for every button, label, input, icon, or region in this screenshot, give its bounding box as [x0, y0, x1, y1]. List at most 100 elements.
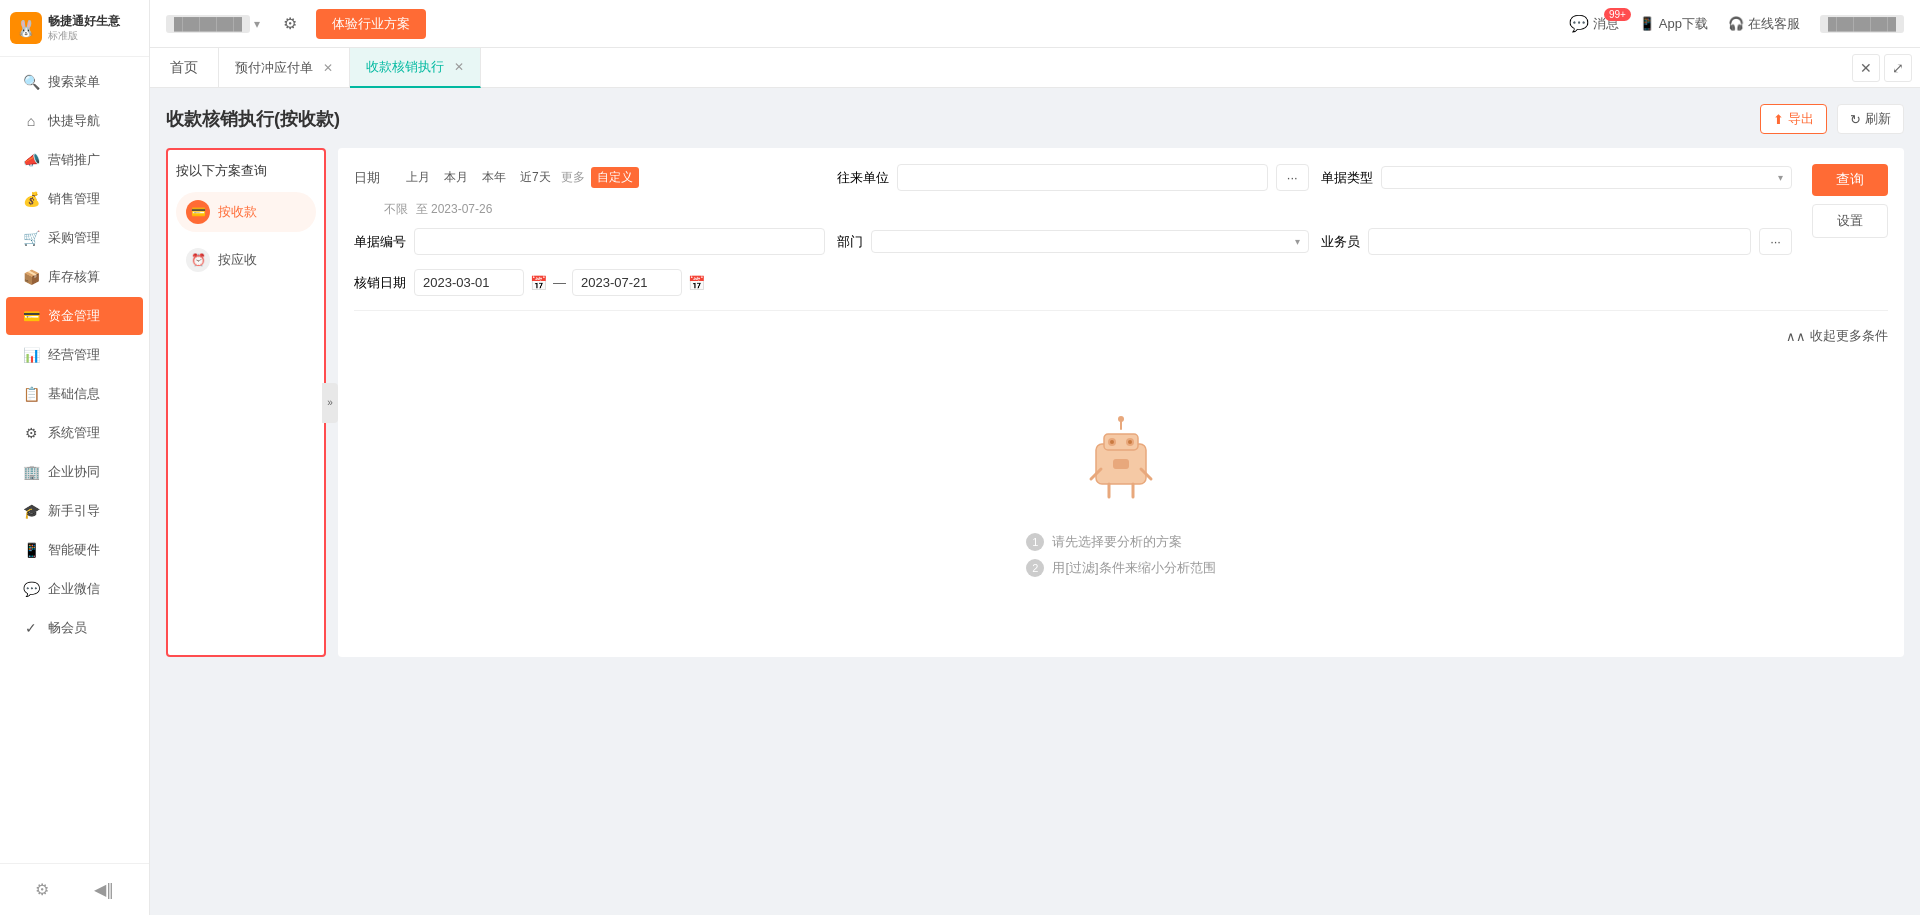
verify-date-dash: — [553, 275, 566, 290]
user-avatar[interactable]: ████████ [1820, 15, 1904, 33]
enterprise-icon: 🏢 [22, 464, 40, 480]
by-receivable-icon: ⏰ [186, 248, 210, 272]
svg-point-5 [1128, 440, 1132, 444]
purchase-label: 采购管理 [48, 229, 100, 247]
date-this-year[interactable]: 本年 [478, 167, 510, 188]
system-icon: ⚙ [22, 425, 40, 441]
doc-type-arrow-icon: ▾ [1778, 172, 1783, 183]
department-select[interactable]: ▾ [871, 230, 1308, 253]
salesperson-input[interactable] [1368, 228, 1751, 255]
sidebar-item-hardware[interactable]: 📱 智能硬件 [6, 531, 143, 569]
settings-icon[interactable]: ⚙ [276, 10, 304, 38]
message-icon[interactable]: 💬 消息 99+ [1569, 14, 1619, 33]
verify-date-end-calendar-icon[interactable]: 📅 [688, 275, 705, 291]
sidebar-item-sales[interactable]: 💰 销售管理 [6, 180, 143, 218]
department-arrow-icon: ▾ [1295, 236, 1300, 247]
app-download-link[interactable]: 📱 App下载 [1639, 15, 1708, 33]
date-custom-btn[interactable]: 自定义 [591, 167, 639, 188]
empty-illustration [1071, 409, 1171, 509]
tab-prepay-label: 预付冲应付单 [235, 59, 313, 77]
sidebar-item-finance[interactable]: 💳 资金管理 [6, 297, 143, 335]
logo-text: 畅捷通好生意 标准版 [48, 14, 120, 43]
sidebar-item-operations[interactable]: 📊 经营管理 [6, 336, 143, 374]
by-receipt-label: 按收款 [218, 203, 257, 221]
message-badge: 99+ [1604, 8, 1631, 21]
online-service-link[interactable]: 🎧 在线客服 [1728, 15, 1800, 33]
counterparty-field: 往来单位 ··· [837, 164, 1308, 191]
salesperson-ellipsis-btn[interactable]: ··· [1759, 228, 1792, 255]
tab-receipt-verify[interactable]: 收款核销执行 ✕ [350, 48, 481, 88]
sidebar-item-wechat[interactable]: 💬 企业微信 [6, 570, 143, 608]
verify-date-start-calendar-icon[interactable]: 📅 [530, 275, 547, 291]
tab-prepay[interactable]: 预付冲应付单 ✕ [219, 48, 350, 88]
date-more-btn[interactable]: 更多 [561, 169, 585, 186]
query-btn[interactable]: 查询 [1812, 164, 1888, 196]
main-area: ████████ ▾ ⚙ 体验行业方案 💬 消息 99+ 📱 App下载 🎧 在… [150, 0, 1920, 915]
industry-btn[interactable]: 体验行业方案 [316, 9, 426, 39]
filter-option-by-receipt[interactable]: 💳 按收款 [176, 192, 316, 232]
page-header: 收款核销执行(按收款) ⬆ 导出 ↻ 刷新 [166, 104, 1904, 134]
empty-tips: 1 请先选择要分析的方案 2 用[过滤]条件来缩小分析范围 [1026, 529, 1215, 581]
sidebar-item-quick-nav[interactable]: ⌂ 快捷导航 [6, 102, 143, 140]
verify-date-start-input[interactable] [414, 269, 524, 296]
collapse-more-btn[interactable]: ∧∧ 收起更多条件 [1786, 323, 1888, 349]
sidebar-item-marketing[interactable]: 📣 营销推广 [6, 141, 143, 179]
svg-point-4 [1110, 440, 1114, 444]
empty-tip-2: 2 用[过滤]条件来缩小分析范围 [1026, 555, 1215, 581]
sales-icon: 💰 [22, 191, 40, 207]
date-field: 日期 上月 本月 本年 近7天 更多 自定义 [354, 167, 825, 188]
sidebar: 🐰 畅捷通好生意 标准版 🔍 搜索菜单 ⌂ 快捷导航 📣 营销推广 💰 销售管理… [0, 0, 150, 915]
tab-receipt-verify-label: 收款核销执行 [366, 58, 444, 76]
sidebar-item-search[interactable]: 🔍 搜索菜单 [6, 63, 143, 101]
doc-no-input[interactable] [414, 228, 825, 255]
by-receipt-icon: 💳 [186, 200, 210, 224]
close-all-tabs-btn[interactable]: ✕ [1852, 54, 1880, 82]
tab-receipt-verify-close[interactable]: ✕ [454, 60, 464, 74]
sidebar-item-system[interactable]: ⚙ 系统管理 [6, 414, 143, 452]
company-selector[interactable]: ████████ ▾ [166, 15, 260, 33]
collapse-sidebar-icon[interactable]: ◀‖ [90, 876, 118, 903]
sidebar-item-member[interactable]: ✓ 畅会员 [6, 609, 143, 647]
by-receivable-label: 按应收 [218, 251, 257, 269]
topbar-right: 💬 消息 99+ 📱 App下载 🎧 在线客服 ████████ [1569, 14, 1904, 33]
query-actions: 查询 设置 [1812, 164, 1888, 238]
search-label: 搜索菜单 [48, 73, 100, 91]
verify-date-end-input[interactable] [572, 269, 682, 296]
finance-icon: 💳 [22, 308, 40, 324]
date-label: 日期 [354, 169, 394, 187]
sidebar-item-inventory[interactable]: 📦 库存核算 [6, 258, 143, 296]
date-7days[interactable]: 近7天 [516, 167, 555, 188]
filter-option-by-receivable[interactable]: ⏰ 按应收 [176, 240, 316, 280]
filter-panel-title: 按以下方案查询 [176, 162, 316, 180]
sidebar-item-purchase[interactable]: 🛒 采购管理 [6, 219, 143, 257]
salesperson-label: 业务员 [1321, 233, 1360, 251]
company-dropdown-icon: ▾ [254, 17, 260, 31]
inventory-label: 库存核算 [48, 268, 100, 286]
tab-prepay-close[interactable]: ✕ [323, 61, 333, 75]
empty-state: 1 请先选择要分析的方案 2 用[过滤]条件来缩小分析范围 [354, 349, 1888, 641]
date-last-month[interactable]: 上月 [402, 167, 434, 188]
sidebar-item-enterprise[interactable]: 🏢 企业协同 [6, 453, 143, 491]
settings-bottom-icon[interactable]: ⚙ [31, 876, 53, 903]
wechat-label: 企业微信 [48, 580, 100, 598]
doc-type-select[interactable]: ▾ [1381, 166, 1792, 189]
refresh-btn[interactable]: ↻ 刷新 [1837, 104, 1904, 134]
sidebar-item-basic[interactable]: 📋 基础信息 [6, 375, 143, 413]
counterparty-input[interactable] [897, 164, 1267, 191]
tab-home[interactable]: 首页 [150, 48, 219, 88]
system-label: 系统管理 [48, 424, 100, 442]
empty-tip-1: 1 请先选择要分析的方案 [1026, 529, 1215, 555]
guide-label: 新手引导 [48, 502, 100, 520]
settings-form-btn[interactable]: 设置 [1812, 204, 1888, 238]
date-this-month[interactable]: 本月 [440, 167, 472, 188]
page-content: 收款核销执行(按收款) ⬆ 导出 ↻ 刷新 按以下方案查询 💳 按收款 [150, 88, 1920, 915]
collapse-filter-panel-btn[interactable]: » [322, 383, 338, 423]
doc-no-field: 单据编号 [354, 228, 825, 255]
sidebar-item-guide[interactable]: 🎓 新手引导 [6, 492, 143, 530]
counterparty-ellipsis-btn[interactable]: ··· [1276, 164, 1309, 191]
basic-label: 基础信息 [48, 385, 100, 403]
operations-label: 经营管理 [48, 346, 100, 364]
expand-tabs-btn[interactable]: ⤢ [1884, 54, 1912, 82]
hardware-label: 智能硬件 [48, 541, 100, 559]
export-btn[interactable]: ⬆ 导出 [1760, 104, 1827, 134]
